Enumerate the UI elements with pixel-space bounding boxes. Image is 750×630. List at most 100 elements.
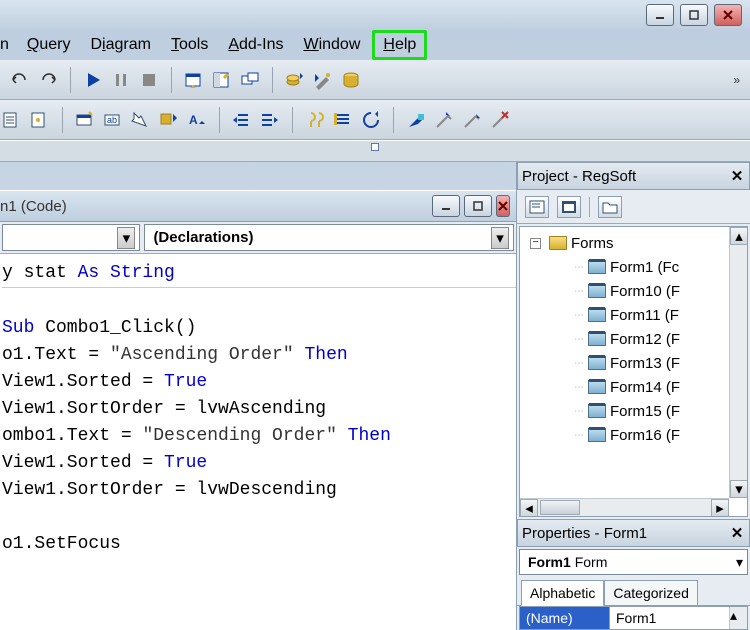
code-line[interactable]: Sub Combo1_Click(): [2, 315, 516, 342]
scroll-thumb[interactable]: [540, 500, 580, 515]
properties-object-combo[interactable]: Form1 Form ▾: [519, 549, 748, 575]
tree-item[interactable]: ⋯Form10 (F: [522, 279, 745, 303]
procedure-combo-value: (Declarations): [153, 229, 253, 246]
code-editor[interactable]: y stat As String Sub Combo1_Click()o1.Te…: [0, 254, 516, 630]
tree-item[interactable]: ⋯Form12 (F: [522, 327, 745, 351]
next-bookmark-button[interactable]: [432, 108, 456, 132]
menu-addins[interactable]: Add-Ins: [220, 33, 291, 57]
tree-item-label: Form13 (F: [610, 355, 680, 372]
object-combo[interactable]: ▾: [2, 224, 140, 251]
scroll-down-icon[interactable]: ▾: [730, 480, 748, 498]
form-icon: [588, 308, 606, 322]
project-tree[interactable]: −Forms⋯Form1 (Fc⋯Form10 (F⋯Form11 (F⋯For…: [519, 226, 748, 517]
tree-item[interactable]: ⋯Form16 (F: [522, 423, 745, 447]
code-line[interactable]: View1.Sorted = True: [2, 450, 516, 477]
complete-word-button[interactable]: [129, 108, 153, 132]
form-icon: [588, 428, 606, 442]
code-line[interactable]: View1.SortOrder = lvwAscending: [2, 396, 516, 423]
tree-item[interactable]: ⋯Form15 (F: [522, 399, 745, 423]
code-line[interactable]: View1.SortOrder = lvwDescending: [2, 477, 516, 504]
tree-folder[interactable]: −Forms: [522, 231, 745, 255]
data-view-button[interactable]: [339, 68, 363, 92]
redo-button[interactable]: [36, 68, 60, 92]
toggle-folders-button[interactable]: [598, 196, 622, 218]
comment-button[interactable]: [331, 108, 355, 132]
scroll-left-icon[interactable]: ◂: [520, 499, 538, 517]
project-panel-close-icon[interactable]: ✕: [729, 167, 745, 185]
tab-categorized[interactable]: Categorized: [604, 580, 698, 606]
menu-query[interactable]: Query: [19, 33, 79, 57]
tree-item[interactable]: ⋯Form14 (F: [522, 375, 745, 399]
tree-item[interactable]: ⋯Form13 (F: [522, 351, 745, 375]
properties-button[interactable]: [210, 68, 234, 92]
mdi-divider: [0, 140, 750, 162]
view-code-button[interactable]: [525, 196, 549, 218]
property-value-cell[interactable]: Form1: [610, 607, 729, 629]
code-line[interactable]: [2, 504, 516, 531]
quick-info-button[interactable]: [73, 108, 97, 132]
resize-handle[interactable]: [371, 143, 379, 151]
tree-scrollbar-h[interactable]: ◂ ▸: [520, 498, 729, 516]
code-maximize-button[interactable]: [464, 195, 492, 217]
clear-bookmarks-button[interactable]: [488, 108, 512, 132]
code-line[interactable]: ombo1.Text = "Descending Order" Then: [2, 423, 516, 450]
project-explorer-button[interactable]: [182, 68, 206, 92]
scroll-up-icon[interactable]: ▴: [730, 607, 747, 623]
collapse-icon[interactable]: −: [530, 238, 541, 249]
object-browser-button[interactable]: [283, 68, 307, 92]
properties-panel-close-icon[interactable]: ✕: [729, 524, 745, 542]
code-line[interactable]: o1.SetFocus: [2, 531, 516, 558]
list-properties-button[interactable]: [0, 108, 24, 132]
scroll-right-icon[interactable]: ▸: [711, 499, 729, 517]
maximize-button[interactable]: [680, 4, 708, 26]
uncomment-button[interactable]: [359, 108, 383, 132]
increase-indent-button[interactable]: [230, 108, 254, 132]
run-button[interactable]: [81, 68, 105, 92]
code-close-button[interactable]: [496, 195, 510, 217]
menu-diagram[interactable]: Diagram: [82, 33, 158, 57]
toggle-breakpoint-button[interactable]: [303, 108, 327, 132]
menu-partial[interactable]: n: [0, 33, 15, 57]
app-titlebar: [0, 0, 750, 30]
properties-grid[interactable]: (Name) Form1 ▴: [519, 606, 748, 630]
form-icon: [588, 332, 606, 346]
minimize-button[interactable]: [646, 4, 674, 26]
code-line[interactable]: y stat As String: [2, 260, 516, 287]
code-window-title: n1 (Code): [0, 198, 67, 215]
tree-item[interactable]: ⋯Form11 (F: [522, 303, 745, 327]
code-line[interactable]: o1.Text = "Ascending Order" Then: [2, 342, 516, 369]
tab-alphabetic[interactable]: Alphabetic: [521, 580, 604, 606]
tree-item[interactable]: ⋯Form1 (Fc: [522, 255, 745, 279]
close-button[interactable]: [714, 4, 742, 26]
scroll-up-icon[interactable]: ▴: [730, 227, 748, 245]
undo-button[interactable]: [8, 68, 32, 92]
view-object-button[interactable]: [557, 196, 581, 218]
properties-object-type: Form: [575, 554, 608, 570]
property-name-cell[interactable]: (Name): [520, 607, 610, 629]
bookmark-button[interactable]: [404, 108, 428, 132]
indent-button[interactable]: [157, 108, 181, 132]
form-layout-button[interactable]: [238, 68, 262, 92]
code-line[interactable]: View1.Sorted = True: [2, 369, 516, 396]
prev-bookmark-button[interactable]: [460, 108, 484, 132]
stop-button[interactable]: [137, 68, 161, 92]
menu-window[interactable]: Window: [295, 33, 368, 57]
pause-button[interactable]: [109, 68, 133, 92]
toolbar-overflow-icon[interactable]: »: [733, 73, 740, 87]
list-constants-button[interactable]: [28, 108, 52, 132]
tree-scrollbar-v[interactable]: ▴ ▾: [729, 227, 747, 498]
code-line[interactable]: [2, 288, 516, 315]
tree-item-label: Form12 (F: [610, 331, 680, 348]
tree-item-label: Form1 (Fc: [610, 259, 679, 276]
form-icon: [588, 404, 606, 418]
code-minimize-button[interactable]: [432, 195, 460, 217]
toolbar-standard: »: [0, 60, 750, 100]
properties-scrollbar[interactable]: ▴: [729, 607, 747, 629]
decrease-indent-button[interactable]: [258, 108, 282, 132]
toolbox-button[interactable]: [311, 68, 335, 92]
procedure-combo[interactable]: (Declarations) ▾: [144, 224, 514, 251]
parameter-info-button[interactable]: ab: [101, 108, 125, 132]
menu-tools[interactable]: Tools: [163, 33, 216, 57]
outdent-button[interactable]: A: [185, 108, 209, 132]
menu-help[interactable]: Help: [372, 30, 427, 60]
